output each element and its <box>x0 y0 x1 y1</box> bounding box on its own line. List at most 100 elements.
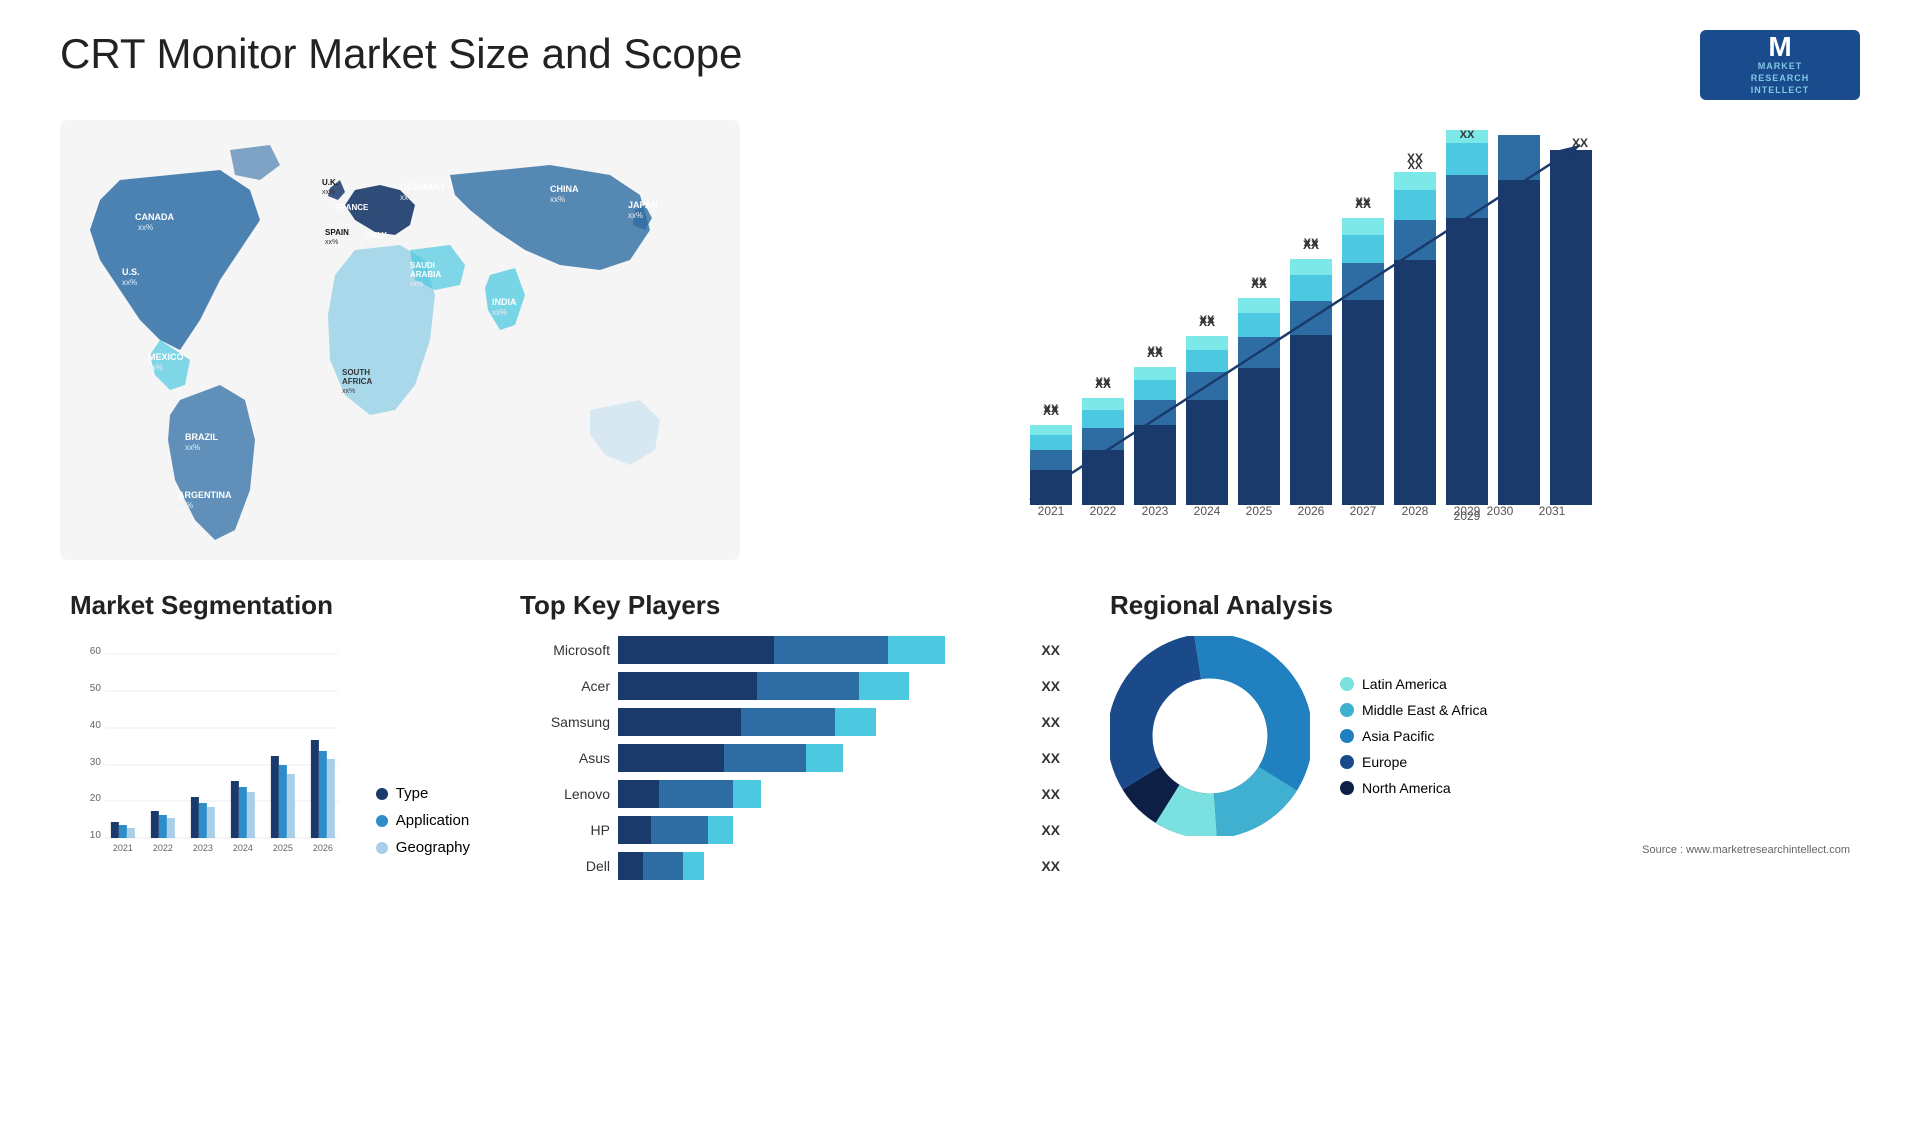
main-grid: CANADA xx% U.S. xx% MEXICO xx% BRAZIL xx… <box>60 120 1860 888</box>
svg-text:U.S.: U.S. <box>122 267 140 277</box>
player-bar-microsoft <box>618 636 1027 664</box>
svg-text:2026: 2026 <box>1298 504 1325 518</box>
svg-text:xx%: xx% <box>628 211 643 220</box>
player-name-dell: Dell <box>520 858 610 874</box>
page-title: CRT Monitor Market Size and Scope <box>60 30 742 78</box>
players-title: Top Key Players <box>520 590 1060 621</box>
svg-text:2025: 2025 <box>273 843 293 853</box>
world-map: CANADA xx% U.S. xx% MEXICO xx% BRAZIL xx… <box>60 120 740 560</box>
svg-text:xx%: xx% <box>122 278 137 287</box>
svg-text:50: 50 <box>90 683 102 694</box>
svg-text:10: 10 <box>90 830 102 841</box>
svg-text:XX: XX <box>1572 136 1588 150</box>
donut-chart <box>1110 636 1310 836</box>
svg-text:xx%: xx% <box>148 363 163 372</box>
svg-text:XX: XX <box>1408 160 1423 172</box>
svg-text:2024: 2024 <box>1194 504 1221 518</box>
seg-chart-area: 60 50 40 30 20 10 <box>70 636 470 856</box>
svg-text:CANADA: CANADA <box>135 212 174 222</box>
svg-text:2031: 2031 <box>1539 504 1566 518</box>
svg-text:SOUTH: SOUTH <box>342 368 370 377</box>
svg-text:xx%: xx% <box>410 281 423 288</box>
map-section: CANADA xx% U.S. xx% MEXICO xx% BRAZIL xx… <box>60 120 740 560</box>
na-label: North America <box>1362 780 1451 796</box>
player-bar-dell <box>618 852 1027 880</box>
europe-label: Europe <box>1362 754 1407 770</box>
mea-dot <box>1340 703 1354 717</box>
asia-label: Asia Pacific <box>1362 728 1434 744</box>
latin-label: Latin America <box>1362 676 1447 692</box>
svg-text:60: 60 <box>90 646 102 657</box>
players-list: Microsoft XX Acer <box>520 636 1060 880</box>
svg-text:xx%: xx% <box>335 214 348 221</box>
svg-text:ITALY: ITALY <box>365 231 387 240</box>
svg-text:U.K.: U.K. <box>322 178 338 187</box>
type-label: Type <box>396 785 429 802</box>
legend-asia-pacific: Asia Pacific <box>1340 728 1487 744</box>
europe-dot <box>1340 755 1354 769</box>
list-item: Microsoft XX <box>520 636 1060 664</box>
header: CRT Monitor Market Size and Scope M MARK… <box>60 30 1860 100</box>
svg-text:30: 30 <box>90 757 102 768</box>
svg-text:20: 20 <box>90 793 102 804</box>
player-name-samsung: Samsung <box>520 714 610 730</box>
svg-text:2023: 2023 <box>193 843 213 853</box>
svg-text:XX: XX <box>1304 237 1319 249</box>
player-bar-acer <box>618 672 1027 700</box>
legend-mea: Middle East & Africa <box>1340 702 1487 718</box>
svg-text:xx%: xx% <box>325 239 338 246</box>
legend-latin-america: Latin America <box>1340 676 1487 692</box>
svg-text:xx%: xx% <box>400 193 415 202</box>
list-item: Dell XX <box>520 852 1060 880</box>
player-value-dell: XX <box>1041 858 1060 874</box>
svg-text:xx%: xx% <box>138 223 153 232</box>
player-bar-hp <box>618 816 1027 844</box>
list-item: HP XX <box>520 816 1060 844</box>
svg-text:INDIA: INDIA <box>492 297 517 307</box>
mea-label: Middle East & Africa <box>1362 702 1487 718</box>
svg-text:xx%: xx% <box>492 308 507 317</box>
svg-text:XX: XX <box>1252 276 1267 288</box>
svg-text:xx%: xx% <box>550 195 565 204</box>
source-text: Source : www.marketresearchintellect.com <box>1110 844 1850 856</box>
player-value-acer: XX <box>1041 678 1060 694</box>
legend-type: Type <box>376 785 470 802</box>
svg-text:2027: 2027 <box>1350 504 1377 518</box>
geography-dot <box>376 842 388 854</box>
svg-text:BRAZIL: BRAZIL <box>185 432 218 442</box>
svg-text:xx%: xx% <box>185 443 200 452</box>
svg-text:GERMANY: GERMANY <box>400 182 446 192</box>
player-bar-samsung <box>618 708 1027 736</box>
player-bar-lenovo <box>618 780 1027 808</box>
player-name-asus: Asus <box>520 750 610 766</box>
svg-text:2023: 2023 <box>1142 504 1169 518</box>
logo: M MARKET RESEARCH INTELLECT <box>1700 30 1860 100</box>
svg-text:2026: 2026 <box>313 843 333 853</box>
player-value-lenovo: XX <box>1041 786 1060 802</box>
svg-text:40: 40 <box>90 720 102 731</box>
regional-section: Regional Analysis <box>1100 590 1860 888</box>
svg-text:XX: XX <box>1044 403 1059 415</box>
svg-text:xx%: xx% <box>322 189 335 196</box>
player-value-hp: XX <box>1041 822 1060 838</box>
player-value-samsung: XX <box>1041 714 1060 730</box>
svg-text:2025: 2025 <box>1246 504 1273 518</box>
regional-title: Regional Analysis <box>1110 590 1850 621</box>
svg-text:2022: 2022 <box>1090 504 1117 518</box>
legend-europe: Europe <box>1340 754 1487 770</box>
player-bar-asus <box>618 744 1027 772</box>
svg-text:XX: XX <box>1200 314 1215 326</box>
svg-text:2022: 2022 <box>153 843 173 853</box>
svg-text:FRANCE: FRANCE <box>335 203 369 212</box>
list-item: Samsung XX <box>520 708 1060 736</box>
svg-text:CHINA: CHINA <box>550 184 579 194</box>
player-name-acer: Acer <box>520 678 610 694</box>
svg-text:SAUDI: SAUDI <box>410 261 435 270</box>
svg-text:xx%: xx% <box>365 242 378 249</box>
bar-chart-svg: XX 2021 XX 2022 XX 2023 <box>780 130 1840 550</box>
donut-svg <box>1110 636 1310 836</box>
list-item: Acer XX <box>520 672 1060 700</box>
seg-chart: 60 50 40 30 20 10 <box>70 636 356 856</box>
player-value-microsoft: XX <box>1041 642 1060 658</box>
na-dot <box>1340 781 1354 795</box>
